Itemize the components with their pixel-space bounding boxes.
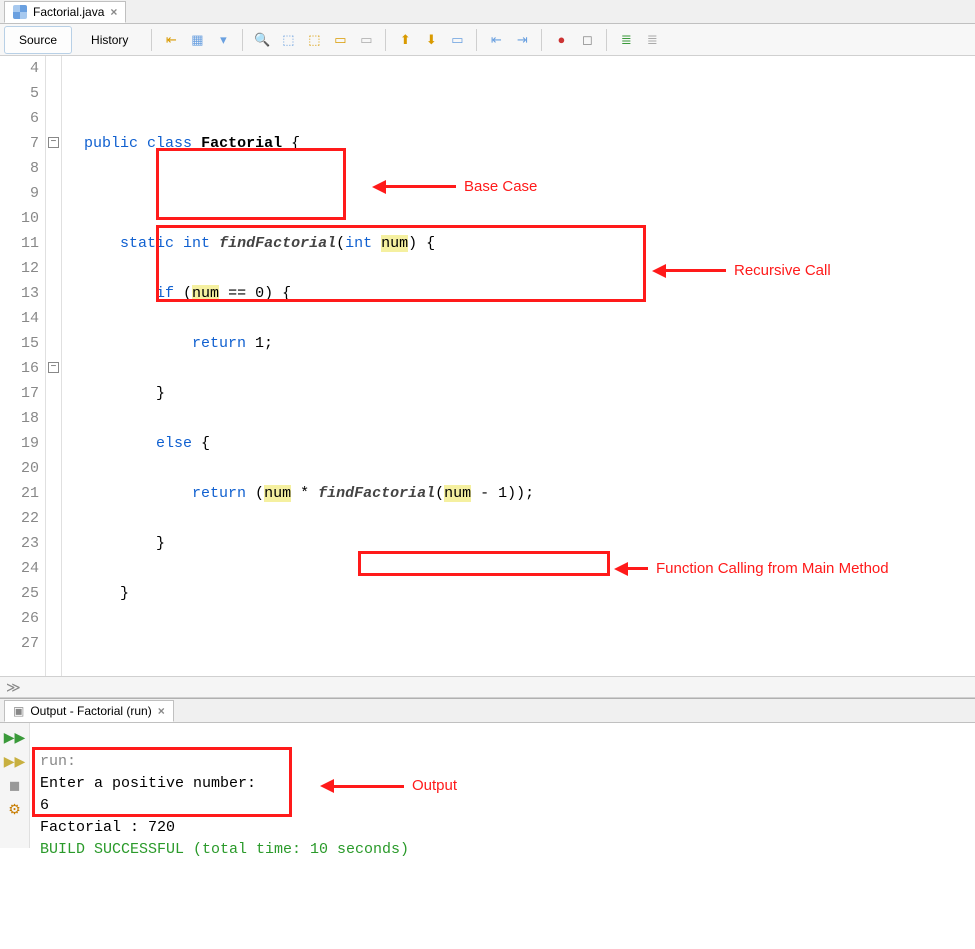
rerun-icon[interactable]: ▶▶ [5,727,25,747]
comment-icon[interactable]: ≣ [615,29,637,51]
find-prev-icon[interactable]: ⬚ [277,29,299,51]
bookmark-prev-icon[interactable]: ⬆ [394,29,416,51]
breadcrumb-bar: ≫ [0,676,975,698]
file-tab-factorial[interactable]: Factorial.java × [4,1,126,23]
output-console[interactable]: run: Enter a positive number: 6 Factoria… [30,723,975,848]
stop-icon[interactable]: ◼ [5,775,25,795]
annotation-label-recursive: Recursive Call [734,258,831,283]
nav-fwd-icon[interactable]: ▦ [186,29,208,51]
output-side-toolbar: ▶▶ ▶▶ ◼ ⚙ [0,723,30,848]
file-tab-label: Factorial.java [33,5,104,19]
tab-source[interactable]: Source [4,26,72,54]
chevron-right-icon[interactable]: ≫ [6,679,21,696]
editor-toolbar: Source History ⇤ ▦ ▾ 🔍 ⬚ ⬚ ▭ ▭ ⬆ ⬇ ▭ ⇤ ⇥… [0,24,975,56]
nav-dropdown-icon[interactable]: ▾ [212,29,234,51]
annotation-label-funccall: Function Calling from Main Method [656,556,889,581]
code-text-area[interactable]: public class Factorial { static int find… [62,56,975,676]
fold-toggle-icon[interactable]: − [48,137,59,148]
annotation-arrow-funccall: Function Calling from Main Method [614,556,889,581]
java-file-icon [13,5,27,19]
output-tab-label: Output - Factorial (run) [30,704,151,718]
bookmark-toggle-icon[interactable]: ▭ [446,29,468,51]
output-result-line: Factorial : 720 [40,819,175,836]
settings-icon[interactable]: ⚙ [5,799,25,819]
output-run-line: run: [40,753,76,770]
tab-history[interactable]: History [76,26,143,54]
output-tab-strip: ▣ Output - Factorial (run) × [0,699,975,723]
terminal-icon: ▣ [13,704,24,718]
output-input-line: 6 [40,797,49,814]
find-icon[interactable]: 🔍 [251,29,273,51]
select-icon[interactable]: ▭ [355,29,377,51]
output-prompt-line: Enter a positive number: [40,775,256,792]
annotation-arrow-output: Output [320,775,457,797]
annotation-arrow-recursive: Recursive Call [652,258,831,283]
output-panel: ▣ Output - Factorial (run) × ▶▶ ▶▶ ◼ ⚙ r… [0,698,975,848]
output-tab[interactable]: ▣ Output - Factorial (run) × [4,700,174,722]
bookmark-next-icon[interactable]: ⬇ [420,29,442,51]
record-macro-icon[interactable]: ● [550,29,572,51]
stop-macro-icon[interactable]: ◻ [576,29,598,51]
output-build-line: BUILD SUCCESSFUL (total time: 10 seconds… [40,841,409,858]
rerun-alt-icon[interactable]: ▶▶ [5,751,25,771]
shift-left-icon[interactable]: ⇤ [485,29,507,51]
fold-toggle-icon[interactable]: − [48,362,59,373]
highlight-icon[interactable]: ▭ [329,29,351,51]
fold-gutter: − − [46,56,62,676]
annotation-label-output: Output [412,775,457,797]
find-next-icon[interactable]: ⬚ [303,29,325,51]
code-editor[interactable]: 4567 891011 12131415 16171819 20212223 2… [0,56,975,676]
uncomment-icon[interactable]: ≣ [641,29,663,51]
shift-right-icon[interactable]: ⇥ [511,29,533,51]
line-number-gutter: 4567 891011 12131415 16171819 20212223 2… [0,56,46,676]
close-icon[interactable]: × [158,704,165,718]
file-tab-strip: Factorial.java × [0,0,975,24]
nav-back-icon[interactable]: ⇤ [160,29,182,51]
close-icon[interactable]: × [110,5,117,19]
